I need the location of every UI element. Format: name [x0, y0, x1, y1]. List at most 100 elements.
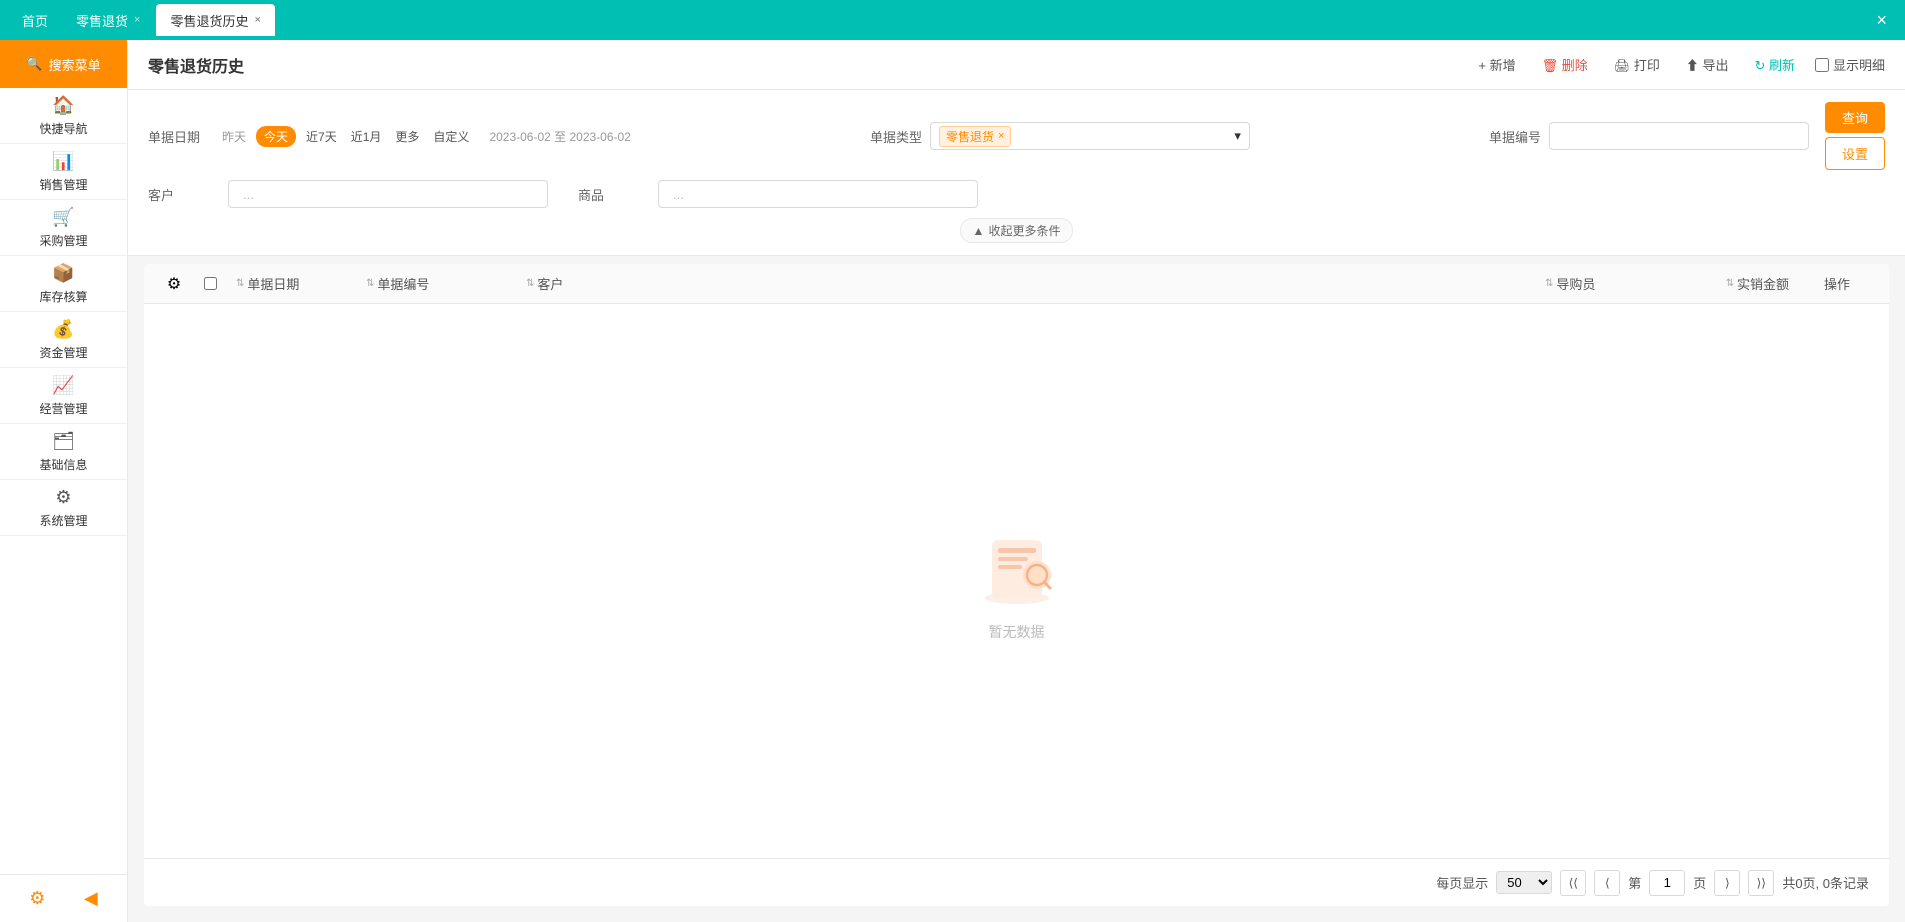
table-settings-icon[interactable]: ⚙: [156, 274, 192, 294]
prev-page-button[interactable]: ⟨: [1594, 870, 1620, 896]
goods-filter-label: 商品: [578, 185, 648, 204]
first-page-button[interactable]: ⟨⟨: [1560, 870, 1586, 896]
sidebar-item-sales-label: 销售管理: [39, 176, 87, 193]
page-unit: 页: [1693, 873, 1706, 892]
empty-illustration: [972, 520, 1062, 610]
collapse-row: ▲ 收起更多条件: [148, 218, 1885, 243]
sidebar-item-inventory-label: 库存核算: [39, 288, 87, 305]
sidebar-item-basic-label: 基础信息: [39, 456, 87, 473]
sidebar-item-inventory[interactable]: 📦 库存核算: [0, 256, 127, 312]
th-guide-label: 导购员: [1556, 274, 1595, 293]
print-button[interactable]: 🖨 打印: [1608, 51, 1666, 78]
filter-section: 单据日期 昨天 今天 近7天 近1月 更多 自定义 2023-06-02 至 2…: [128, 90, 1905, 256]
type-filter-label: 单据类型: [870, 127, 930, 146]
tab-retail-return-history-close[interactable]: ×: [254, 14, 260, 26]
th-customer[interactable]: ⇅ 客户: [518, 274, 1537, 293]
empty-state: 暂无数据: [972, 520, 1062, 642]
top-bar: 首页 零售退货 × 零售退货历史 × ×: [0, 0, 1905, 40]
tab-retail-return[interactable]: 零售退货 ×: [62, 4, 154, 36]
goods-filter-block: 商品 ...: [578, 180, 978, 208]
tab-home[interactable]: 首页: [8, 4, 62, 36]
show-detail-text: 显示明细: [1833, 55, 1885, 74]
sort-icon-customer: ⇅: [526, 278, 534, 289]
date-opt-more[interactable]: 更多: [391, 126, 423, 147]
settings-bottom-icon[interactable]: ⚙: [29, 888, 45, 909]
add-button[interactable]: + 新增: [1472, 51, 1521, 78]
date-filter-options: 昨天 今天 近7天 近1月 更多 自定义: [218, 126, 473, 147]
type-tag-remove[interactable]: ×: [998, 130, 1004, 142]
show-detail-checkbox[interactable]: [1815, 58, 1829, 72]
date-opt-custom[interactable]: 自定义: [429, 126, 473, 147]
th-guide[interactable]: ⇅ 导购员: [1537, 274, 1667, 293]
sidebar-item-system[interactable]: ⚙ 系统管理: [0, 480, 127, 536]
date-opt-1month[interactable]: 近1月: [347, 126, 386, 147]
customer-filter-label: 客户: [148, 185, 218, 204]
customer-filter-select[interactable]: ...: [228, 180, 548, 208]
number-filter-label: 单据编号: [1489, 127, 1549, 146]
type-dropdown-icon: ▾: [1234, 128, 1241, 144]
per-page-label: 每页显示: [1436, 873, 1488, 892]
sort-icon-number: ⇅: [366, 278, 374, 289]
current-page-input[interactable]: [1649, 870, 1685, 896]
number-filter-input[interactable]: [1549, 122, 1809, 150]
table-section: ⚙ ⇅ 单据日期 ⇅ 单据编号 ⇅ 客户: [144, 264, 1889, 906]
page-header: 零售退货历史 + 新增 🗑 删除 🖨 打印 ⬆ 导出 ↻ 刷新 显示明细: [128, 40, 1905, 90]
pagination: 每页显示 50 10 20 100 ⟨⟨ ⟨ 第 页 ⟩ ⟩⟩ 共0页, 0条记…: [144, 858, 1889, 906]
sidebar-item-basic[interactable]: 🗂 基础信息: [0, 424, 127, 480]
per-page-select[interactable]: 50 10 20 100: [1496, 871, 1552, 894]
sort-icon-amount: ⇅: [1726, 278, 1734, 289]
sidebar-search[interactable]: 🔍 搜索菜单: [0, 40, 127, 88]
gear-icon: ⚙: [167, 274, 181, 294]
date-opt-7days[interactable]: 近7天: [302, 126, 341, 147]
date-filter-label: 单据日期: [148, 127, 218, 146]
collapse-sidebar-icon[interactable]: ◀: [84, 888, 98, 909]
query-button[interactable]: 查询: [1825, 102, 1885, 133]
goods-filter-select[interactable]: ...: [658, 180, 978, 208]
header-actions: + 新增 🗑 删除 🖨 打印 ⬆ 导出 ↻ 刷新 显示明细: [1472, 51, 1885, 78]
last-page-button[interactable]: ⟩⟩: [1748, 870, 1774, 896]
window-close-button[interactable]: ×: [1866, 10, 1897, 31]
sidebar-item-operation-label: 经营管理: [39, 400, 87, 417]
sidebar-item-purchase[interactable]: 🛒 采购管理: [0, 200, 127, 256]
th-number-label: 单据编号: [377, 274, 429, 293]
content-area: 零售退货历史 + 新增 🗑 删除 🖨 打印 ⬆ 导出 ↻ 刷新 显示明细 单据日…: [128, 40, 1905, 922]
date-opt-yesterday[interactable]: 昨天: [218, 126, 250, 147]
customer-dots: ...: [243, 187, 254, 202]
table-body: 暂无数据: [144, 304, 1889, 858]
export-button[interactable]: ⬆ 导出: [1680, 51, 1735, 78]
sidebar-search-label: 搜索菜单: [49, 55, 101, 74]
th-number[interactable]: ⇅ 单据编号: [358, 274, 518, 293]
sidebar-item-operation[interactable]: 📈 经营管理: [0, 368, 127, 424]
empty-text: 暂无数据: [989, 622, 1045, 642]
date-opt-today[interactable]: 今天: [256, 126, 296, 147]
main-layout: 🔍 搜索菜单 🏠 快捷导航 📊 销售管理 🛒 采购管理 📦 库存核算 💰 资金管…: [0, 40, 1905, 922]
sidebar: 🔍 搜索菜单 🏠 快捷导航 📊 销售管理 🛒 采购管理 📦 库存核算 💰 资金管…: [0, 40, 128, 922]
filter-row-date: 单据日期 昨天 今天 近7天 近1月 更多 自定义 2023-06-02 至 2…: [148, 102, 1885, 170]
tab-retail-return-label: 零售退货: [76, 11, 128, 30]
table-header: ⚙ ⇅ 单据日期 ⇅ 单据编号 ⇅ 客户: [144, 264, 1889, 304]
sidebar-item-sales[interactable]: 📊 销售管理: [0, 144, 127, 200]
sidebar-item-quick-nav[interactable]: 🏠 快捷导航: [0, 88, 127, 144]
type-filter-select[interactable]: 零售退货 × ▾: [930, 122, 1250, 150]
tab-retail-return-history-label: 零售退货历史: [170, 11, 248, 30]
collapse-button[interactable]: ▲ 收起更多条件: [960, 218, 1074, 243]
refresh-button[interactable]: ↻ 刷新: [1748, 51, 1801, 78]
system-icon: ⚙: [55, 487, 71, 508]
th-date[interactable]: ⇅ 单据日期: [228, 274, 358, 293]
select-all-input[interactable]: [204, 277, 217, 290]
purchase-icon: 🛒: [52, 207, 74, 228]
settings-button[interactable]: 设置: [1825, 137, 1885, 170]
tab-retail-return-close[interactable]: ×: [134, 14, 140, 26]
type-tag-label: 零售退货: [946, 128, 994, 145]
table-select-all-checkbox[interactable]: [192, 277, 228, 290]
th-date-label: 单据日期: [247, 274, 299, 293]
page-title: 零售退货历史: [148, 53, 1472, 77]
filter-row-customer: 客户 ... 商品 ...: [148, 180, 1885, 208]
next-page-button[interactable]: ⟩: [1714, 870, 1740, 896]
tab-retail-return-history[interactable]: 零售退货历史 ×: [156, 4, 274, 36]
delete-button[interactable]: 🗑 删除: [1536, 51, 1594, 78]
sidebar-bottom: ⚙ ◀: [0, 874, 127, 922]
th-amount[interactable]: ⇅ 实销金额: [1667, 274, 1797, 293]
sidebar-item-finance[interactable]: 💰 资金管理: [0, 312, 127, 368]
sales-icon: 📊: [52, 151, 74, 172]
